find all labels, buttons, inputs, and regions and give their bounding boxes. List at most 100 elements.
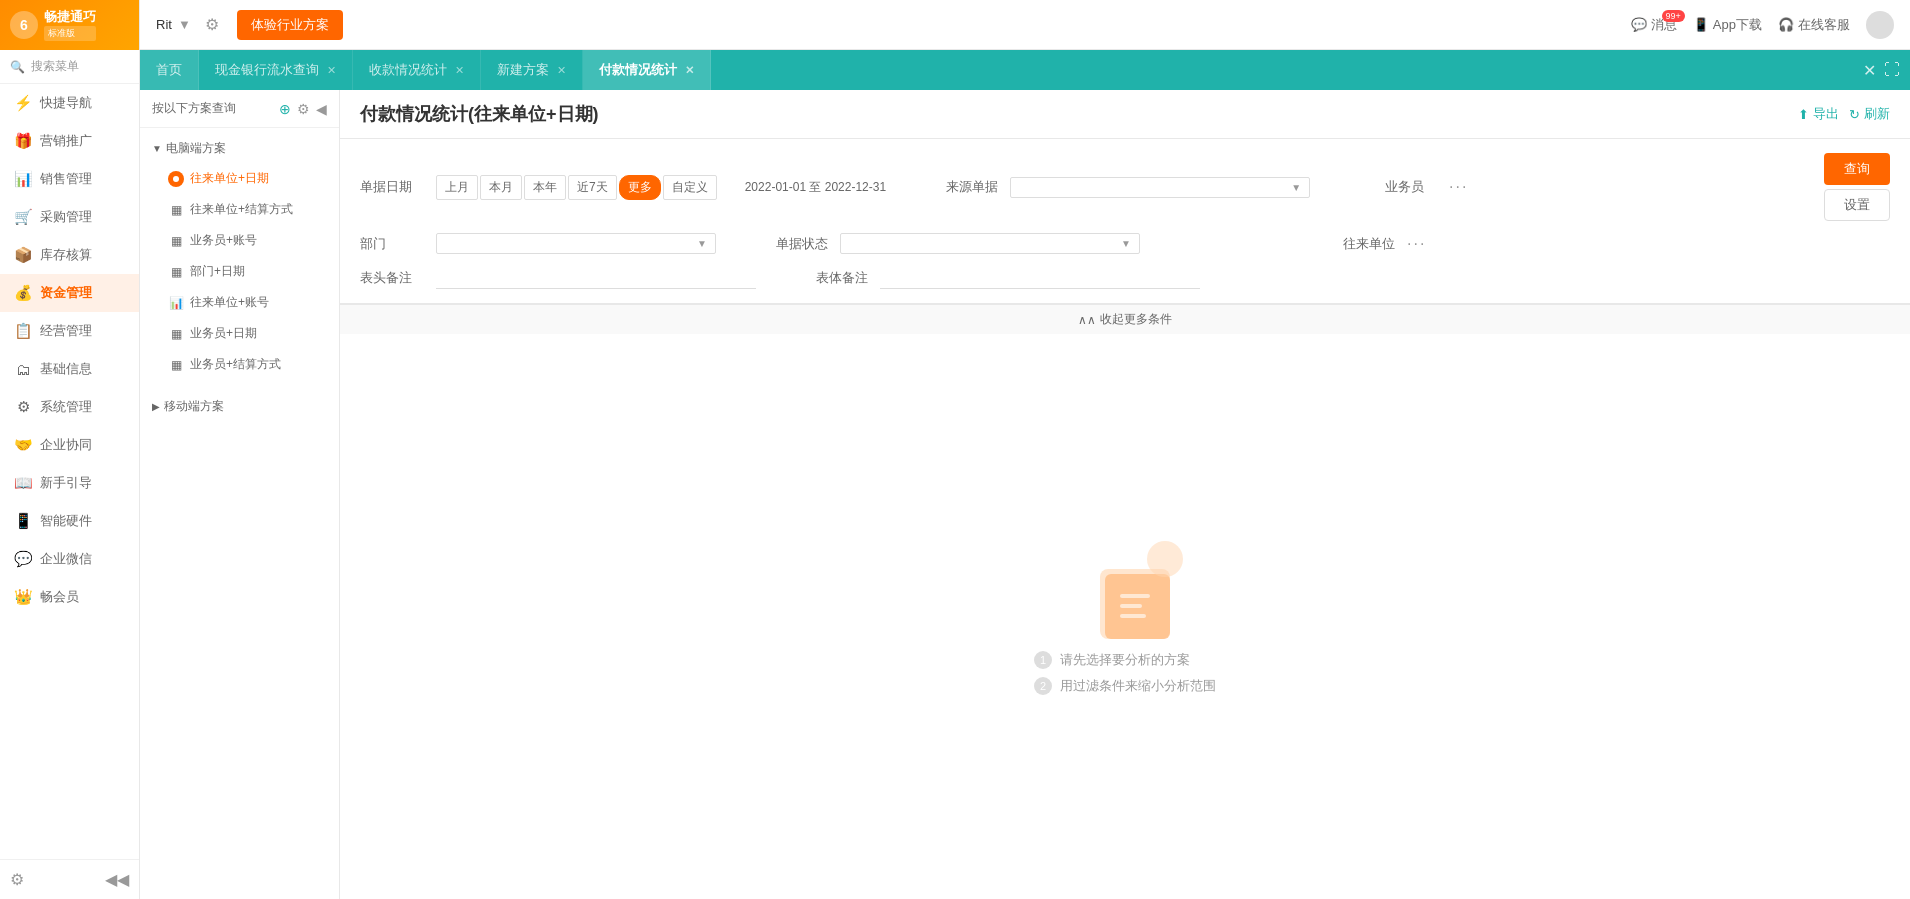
export-btn[interactable]: ⬆ 导出 (1798, 105, 1839, 123)
staff-select-dots[interactable]: ··· (1449, 178, 1479, 196)
scheme-item-partner-account[interactable]: 📊 往来单位+账号 (140, 287, 339, 318)
date-range-text: 2022-01-01 至 2022-12-31 (745, 179, 886, 196)
sidebar-item-cooperation[interactable]: 🤝 企业协同 (0, 426, 139, 464)
body-remark-input[interactable] (880, 266, 1200, 289)
guide-icon: 📖 (14, 474, 32, 492)
scheme-item-label: 业务员+结算方式 (190, 356, 281, 373)
avatar[interactable] (1866, 11, 1894, 39)
close-all-tabs-icon[interactable]: ✕ (1863, 61, 1876, 80)
tip-num-2: 2 (1034, 677, 1052, 695)
sidebar-item-sales[interactable]: 📊 销售管理 (0, 160, 139, 198)
doc-status-select[interactable]: ▼ (840, 233, 1140, 254)
tab-new-scheme-close-icon[interactable]: ✕ (557, 64, 566, 77)
svg-point-2 (1147, 541, 1183, 577)
cooperation-icon: 🤝 (14, 436, 32, 454)
sidebar-item-wechat[interactable]: 💬 企业微信 (0, 540, 139, 578)
table-icon: ▦ (168, 233, 184, 249)
messages-btn[interactable]: 💬 消息 99+ (1631, 16, 1677, 34)
expand-tab-icon[interactable]: ⛶ (1884, 61, 1900, 79)
collapse-filter-btn[interactable]: ∧∧ 收起更多条件 (340, 304, 1910, 334)
dept-arrow-icon: ▼ (697, 238, 707, 249)
dept-label: 部门 (360, 235, 416, 253)
scheme-group-pc-label: 电脑端方案 (166, 140, 226, 157)
tab-payment-stats[interactable]: 收款情况统计 ✕ (353, 50, 481, 90)
tab-home[interactable]: 首页 (140, 50, 199, 90)
tab-bank-flow-close-icon[interactable]: ✕ (327, 64, 336, 77)
date-btn-last-month[interactable]: 上月 (436, 175, 478, 200)
sidebar-item-capital[interactable]: 💰 资金管理 (0, 274, 139, 312)
logo-text: 畅捷通巧 标准版 (44, 9, 96, 42)
scheme-panel-header: 按以下方案查询 ⊕ ⚙ ◀ (140, 90, 339, 128)
scheme-panel-actions: ⊕ ⚙ ◀ (279, 101, 327, 117)
scheme-item-partner-date[interactable]: 往来单位+日期 (140, 163, 339, 194)
scheme-group-mobile-header[interactable]: ▶ 移动端方案 (140, 392, 339, 421)
headset-icon: 🎧 (1778, 17, 1794, 32)
scheme-item-dept-date[interactable]: ▦ 部门+日期 (140, 256, 339, 287)
filter-settings-btn[interactable]: 设置 (1824, 189, 1890, 221)
add-scheme-icon[interactable]: ⊕ (279, 101, 291, 117)
company-selector[interactable]: Rit ▼ (156, 17, 191, 32)
sidebar-item-operation[interactable]: 📋 经营管理 (0, 312, 139, 350)
header-remark-input[interactable] (436, 266, 756, 289)
sidebar-item-system[interactable]: ⚙ 系统管理 (0, 388, 139, 426)
marketing-icon: 🎁 (14, 132, 32, 150)
scheme-item-staff-account[interactable]: ▦ 业务员+账号 (140, 225, 339, 256)
tab-bank-flow-label: 现金银行流水查询 (215, 61, 319, 79)
system-icon: ⚙ (14, 398, 32, 416)
scheme-item-label: 部门+日期 (190, 263, 245, 280)
scheme-group-pc-header[interactable]: ▼ 电脑端方案 (140, 134, 339, 163)
partner-select-dots[interactable]: ··· (1407, 235, 1437, 253)
partner-label: 往来单位 (1343, 235, 1399, 253)
tab-bank-flow[interactable]: 现金银行流水查询 ✕ (199, 50, 353, 90)
sidebar-item-hardware[interactable]: 📱 智能硬件 (0, 502, 139, 540)
scheme-item-partner-settle[interactable]: ▦ 往来单位+结算方式 (140, 194, 339, 225)
collapse-scheme-icon[interactable]: ◀ (316, 101, 327, 117)
nav-label: 经营管理 (40, 322, 92, 340)
topbar-settings-icon[interactable]: ⚙ (205, 15, 219, 34)
nav-label: 系统管理 (40, 398, 92, 416)
date-btn-this-year[interactable]: 本年 (524, 175, 566, 200)
active-radio-icon (168, 171, 184, 187)
search-menu[interactable]: 🔍 搜索菜单 (0, 50, 139, 84)
nav-label: 企业微信 (40, 550, 92, 568)
sidebar-item-marketing[interactable]: 🎁 营销推广 (0, 122, 139, 160)
source-doc-select[interactable]: ▼ (1010, 177, 1310, 198)
company-name: Rit (156, 17, 172, 32)
refresh-btn[interactable]: ↻ 刷新 (1849, 105, 1890, 123)
svg-rect-5 (1120, 614, 1146, 618)
scheme-item-staff-date[interactable]: ▦ 业务员+日期 (140, 318, 339, 349)
staff-label: 业务员 (1385, 178, 1441, 196)
scheme-settings-icon[interactable]: ⚙ (297, 101, 310, 117)
logo-name: 畅捷通巧 (44, 9, 96, 25)
nav-label: 库存核算 (40, 246, 92, 264)
dept-select[interactable]: ▼ (436, 233, 716, 254)
tab-payment-detail-close-icon[interactable]: ✕ (685, 64, 694, 77)
nav-label: 营销推广 (40, 132, 92, 150)
settings-gear-icon[interactable]: ⚙ (10, 870, 24, 889)
date-btn-more[interactable]: 更多 (619, 175, 661, 200)
basic-info-icon: 🗂 (14, 360, 32, 378)
sidebar-item-quick-nav[interactable]: ⚡ 快捷导航 (0, 84, 139, 122)
collapse-sidebar-icon[interactable]: ◀◀ (105, 870, 129, 889)
tab-home-label: 首页 (156, 61, 182, 79)
tab-new-scheme[interactable]: 新建方案 ✕ (481, 50, 583, 90)
tab-payment-detail[interactable]: 付款情况统计 ✕ (583, 50, 711, 90)
date-btn-7days[interactable]: 近7天 (568, 175, 617, 200)
sidebar-item-member[interactable]: 👑 畅会员 (0, 578, 139, 616)
app-download-btn[interactable]: 📱 App下载 (1693, 16, 1762, 34)
query-btn[interactable]: 查询 (1824, 153, 1890, 185)
header-remark-label: 表头备注 (360, 269, 416, 287)
scheme-item-staff-settle[interactable]: ▦ 业务员+结算方式 (140, 349, 339, 380)
scheme-item-label: 往来单位+结算方式 (190, 201, 293, 218)
sidebar-item-purchase[interactable]: 🛒 采购管理 (0, 198, 139, 236)
date-btn-custom[interactable]: 自定义 (663, 175, 717, 200)
sidebar-item-basic-info[interactable]: 🗂 基础信息 (0, 350, 139, 388)
tab-payment-stats-close-icon[interactable]: ✕ (455, 64, 464, 77)
empty-tip-1: 1 请先选择要分析的方案 (1034, 651, 1216, 669)
date-btn-this-month[interactable]: 本月 (480, 175, 522, 200)
sidebar-item-guide[interactable]: 📖 新手引导 (0, 464, 139, 502)
sidebar-item-inventory[interactable]: 📦 库存核算 (0, 236, 139, 274)
online-service-btn[interactable]: 🎧 在线客服 (1778, 16, 1850, 34)
trial-btn[interactable]: 体验行业方案 (237, 10, 343, 40)
content-area: 按以下方案查询 ⊕ ⚙ ◀ ▼ 电脑端方案 往来单位+日期 ▦ (140, 90, 1910, 899)
